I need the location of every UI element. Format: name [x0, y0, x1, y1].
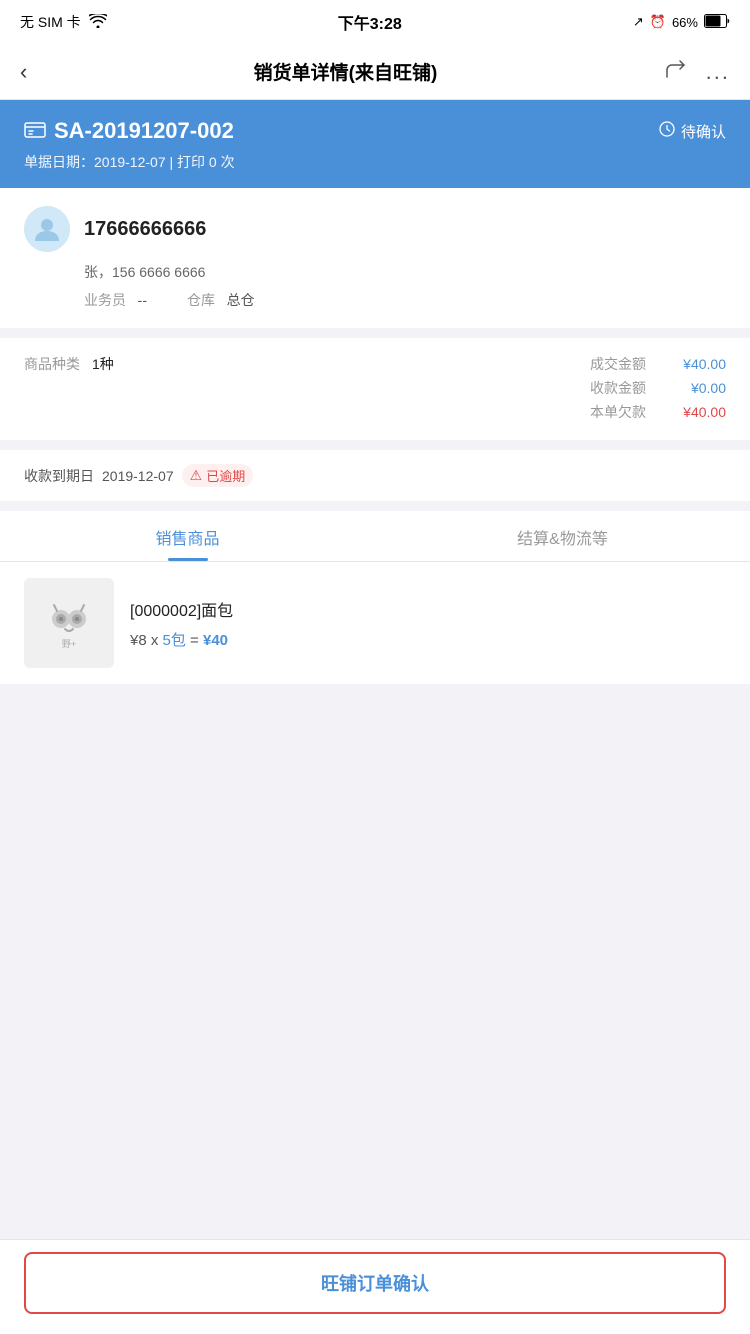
- due-date-section: 收款到期日 2019-12-07 ⚠ 已逾期: [0, 450, 750, 501]
- tab-settlement[interactable]: 结算&物流等: [375, 511, 750, 561]
- deal-amount-row: 成交金额 ¥40.00: [590, 354, 726, 374]
- bottom-bar: 旺铺订单确认: [0, 1239, 750, 1334]
- warehouse-value: 总仓: [227, 292, 255, 308]
- product-type: 商品种类 1种: [24, 354, 114, 374]
- customer-section: 17666666666 张，156 6666 6666 业务员 -- 仓库 总仓: [0, 188, 750, 328]
- customer-phone: 17666666666: [84, 218, 206, 241]
- status-right: ↗ ⏰ 66%: [633, 14, 730, 31]
- product-name: [0000002]面包: [130, 597, 726, 621]
- status-time: 下午3:28: [338, 10, 402, 34]
- nav-bar: ‹ 销货单详情(来自旺铺) ...: [0, 44, 750, 100]
- battery-icon: [704, 14, 730, 31]
- nav-actions: ...: [664, 58, 730, 85]
- product-qty: 5包: [163, 632, 186, 649]
- owed-value: ¥40.00: [656, 404, 726, 420]
- due-date-value: 2019-12-07: [102, 468, 174, 484]
- product-type-label: 商品种类: [24, 354, 80, 374]
- owed-label: 本单欠款: [590, 402, 646, 422]
- customer-name-label: 张，156 6666 6666: [84, 262, 726, 282]
- received-label: 收款金额: [590, 378, 646, 398]
- deal-amount-value: ¥40.00: [656, 356, 726, 372]
- status-left: 无 SIM 卡: [20, 12, 107, 32]
- due-date-label: 收款到期日: [24, 466, 94, 486]
- wifi-icon: [89, 14, 107, 31]
- back-button[interactable]: ‹: [20, 59, 27, 85]
- order-id-icon: [24, 118, 46, 144]
- deal-amount-label: 成交金额: [590, 354, 646, 374]
- order-date: 单据日期：2019-12-07 | 打印 0 次: [24, 152, 726, 172]
- amounts-section: 商品种类 1种 成交金额 ¥40.00 收款金额 ¥0.00 本单欠款 ¥40.…: [0, 338, 750, 440]
- order-status: 待确认: [659, 121, 726, 142]
- carrier-label: 无 SIM 卡: [20, 12, 81, 32]
- product-price-formula: ¥8 x 5包 = ¥40: [130, 629, 726, 650]
- order-id: SA-20191207-002: [24, 118, 234, 144]
- product-total: ¥40: [203, 632, 228, 649]
- share-icon[interactable]: [664, 58, 686, 85]
- overdue-badge: ⚠ 已逾期: [182, 464, 254, 487]
- warehouse-label: 仓库: [187, 292, 215, 308]
- clock-icon: [659, 121, 675, 141]
- confirm-button[interactable]: 旺铺订单确认: [24, 1252, 726, 1314]
- received-amount-row: 收款金额 ¥0.00: [590, 378, 726, 398]
- product-type-value: 1种: [92, 354, 114, 374]
- tabs-bar: 销售商品 结算&物流等: [0, 511, 750, 562]
- svg-text:野+: 野+: [62, 639, 76, 649]
- status-bar: 无 SIM 卡 下午3:28 ↗ ⏰ 66%: [0, 0, 750, 44]
- header-card: SA-20191207-002 待确认 单据日期：2019-12-07 | 打印…: [0, 100, 750, 188]
- location-icon: ↗: [633, 14, 644, 30]
- salesman-label: 业务员: [84, 292, 126, 308]
- battery-label: 66%: [672, 15, 698, 30]
- salesman-value: --: [138, 292, 147, 308]
- page-title: 销货单详情(来自旺铺): [254, 58, 438, 85]
- overdue-icon: ⚠: [190, 467, 203, 484]
- alarm-icon: ⏰: [650, 14, 666, 30]
- product-info: [0000002]面包 ¥8 x 5包 = ¥40: [130, 597, 726, 650]
- avatar: [24, 206, 70, 252]
- overdue-text: 已逾期: [206, 466, 245, 485]
- product-thumbnail: 野+: [24, 578, 114, 668]
- more-icon[interactable]: ...: [706, 59, 730, 85]
- owed-amount-row: 本单欠款 ¥40.00: [590, 402, 726, 422]
- customer-meta: 业务员 -- 仓库 总仓: [84, 290, 726, 310]
- product-item: 野+ [0000002]面包 ¥8 x 5包 = ¥40: [0, 562, 750, 684]
- content-area: [0, 694, 750, 894]
- received-value: ¥0.00: [656, 380, 726, 396]
- tab-sales-products[interactable]: 销售商品: [0, 511, 375, 561]
